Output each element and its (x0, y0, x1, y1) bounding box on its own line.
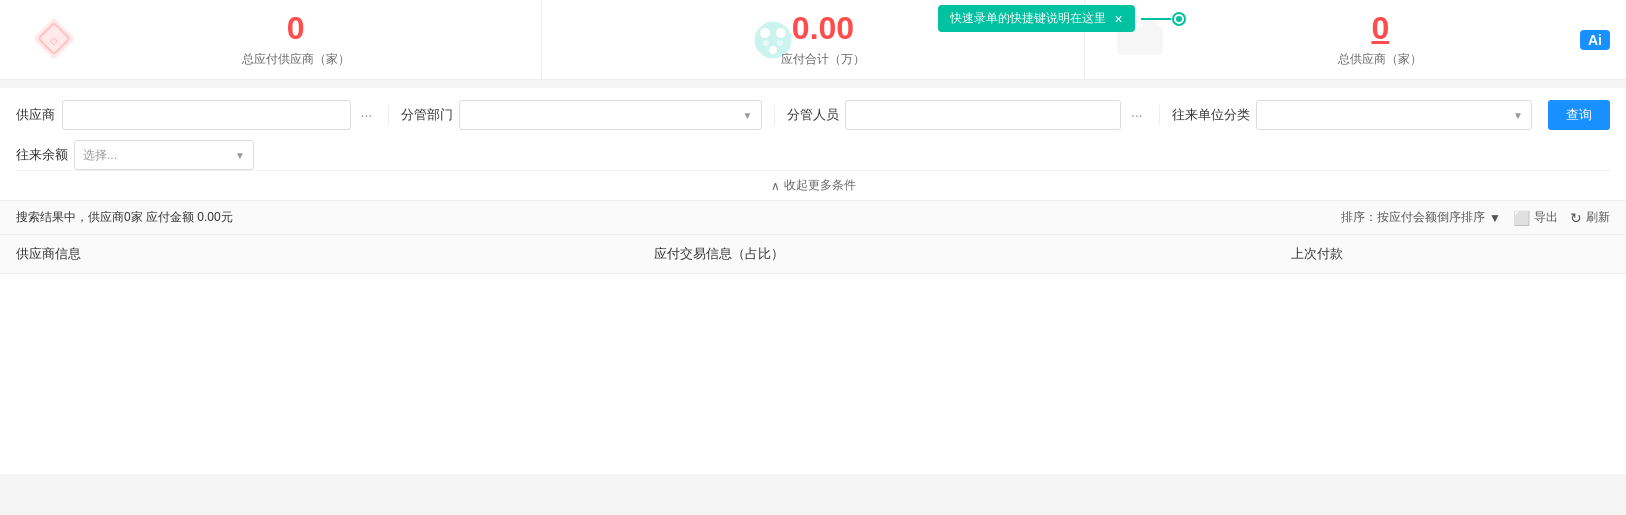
col-payable-info: 应付交易信息（占比） (654, 245, 1292, 263)
refresh-icon: ↻ (1570, 210, 1582, 226)
balance-arrow: ▼ (227, 150, 253, 161)
total-suppliers-number: 0 (1371, 11, 1389, 46)
export-icon: ⬜ (1513, 210, 1530, 226)
filter-row-2: 往来余额 选择... ▼ (16, 140, 1610, 170)
balance-label: 往来余额 (16, 146, 68, 164)
tooltip-container: 快速录单的快捷键说明在这里 × (938, 5, 1183, 32)
unit-category-select[interactable]: ▼ (1256, 100, 1532, 130)
stat-total-payable-suppliers: ◇ 0 总应付供应商（家） (0, 0, 542, 79)
diamond-icon: ◇ (30, 16, 78, 64)
unit-category-label: 往来单位分类 (1172, 106, 1250, 124)
department-label: 分管部门 (401, 106, 453, 124)
department-arrow: ▼ (735, 110, 761, 121)
unit-category-arrow: ▼ (1505, 110, 1531, 121)
person-dots[interactable]: ··· (1127, 107, 1147, 123)
sort-label: 排序：按应付会额倒序排序 (1341, 209, 1485, 226)
collapse-label: 收起更多条件 (784, 177, 856, 194)
filter-row-1: 供应商 ··· 分管部门 ▼ 分管人员 ··· 往来单位分类 ▼ (16, 100, 1610, 130)
person-label: 分管人员 (787, 106, 839, 124)
person-input[interactable] (845, 100, 1122, 130)
sort-arrow-icon: ▼ (1489, 211, 1501, 225)
ai-badge[interactable]: Ai (1580, 30, 1610, 50)
total-payable-label: 总应付供应商（家） (242, 51, 350, 68)
department-select[interactable]: ▼ (459, 100, 761, 130)
refresh-button[interactable]: ↻ 刷新 (1570, 209, 1610, 226)
payable-total-number: 0.00 (792, 11, 854, 46)
table-section: 供应商信息 应付交易信息（占比） 上次付款 (0, 235, 1626, 474)
filter-unit-category: 往来单位分类 ▼ (1172, 100, 1532, 130)
filter-person: 分管人员 ··· (787, 100, 1147, 130)
filter-balance: 往来余额 选择... ▼ (16, 140, 316, 170)
svg-text:◇: ◇ (50, 35, 58, 46)
refresh-label: 刷新 (1586, 209, 1610, 226)
collapse-row: ∧ 收起更多条件 (16, 170, 1610, 200)
export-label: 导出 (1534, 209, 1558, 226)
svg-point-6 (769, 46, 777, 54)
tooltip-box: 快速录单的快捷键说明在这里 × (938, 5, 1134, 32)
filter-department: 分管部门 ▼ (401, 100, 761, 130)
total-suppliers-label: 总供应商（家） (1338, 51, 1422, 68)
collapse-arrow: ∧ (771, 179, 780, 193)
filter-supplier: 供应商 ··· (16, 100, 376, 130)
table-header: 供应商信息 应付交易信息（占比） 上次付款 (0, 235, 1626, 274)
results-info: 搜索结果中，供应商0家 应付金额 0.00元 (16, 209, 233, 226)
table-body (0, 274, 1626, 474)
export-button[interactable]: ⬜ 导出 (1513, 209, 1558, 226)
svg-point-4 (760, 28, 770, 38)
query-button[interactable]: 查询 (1548, 100, 1610, 130)
balance-placeholder: 选择... (75, 147, 227, 164)
stat-payable-total: 0.00 应付合计（万） 快速录单的快捷键说明在这里 × (542, 0, 1084, 79)
results-actions: 排序：按应付会额倒序排序 ▼ ⬜ 导出 ↻ 刷新 (1341, 209, 1610, 226)
sep2 (774, 105, 775, 125)
col-last-payment: 上次付款 (1291, 245, 1610, 263)
payable-total-label: 应付合计（万） (781, 51, 865, 68)
results-bar: 搜索结果中，供应商0家 应付金额 0.00元 排序：按应付会额倒序排序 ▼ ⬜ … (0, 201, 1626, 235)
filters-section: 供应商 ··· 分管部门 ▼ 分管人员 ··· 往来单位分类 ▼ (0, 88, 1626, 201)
sort-button[interactable]: 排序：按应付会额倒序排序 ▼ (1341, 209, 1501, 226)
sep1 (388, 105, 389, 125)
supplier-dots[interactable]: ··· (357, 107, 377, 123)
collapse-button[interactable]: ∧ 收起更多条件 (771, 177, 856, 194)
tooltip-text: 快速录单的快捷键说明在这里 (950, 10, 1106, 27)
balance-select[interactable]: 选择... ▼ (74, 140, 254, 170)
svg-point-7 (763, 40, 769, 46)
total-payable-number: 0 (287, 11, 305, 46)
col-supplier-info: 供应商信息 (16, 245, 654, 263)
supplier-label: 供应商 (16, 106, 56, 124)
supplier-input[interactable] (62, 100, 351, 130)
sep3 (1159, 105, 1160, 125)
tooltip-close-btn[interactable]: × (1114, 12, 1122, 26)
